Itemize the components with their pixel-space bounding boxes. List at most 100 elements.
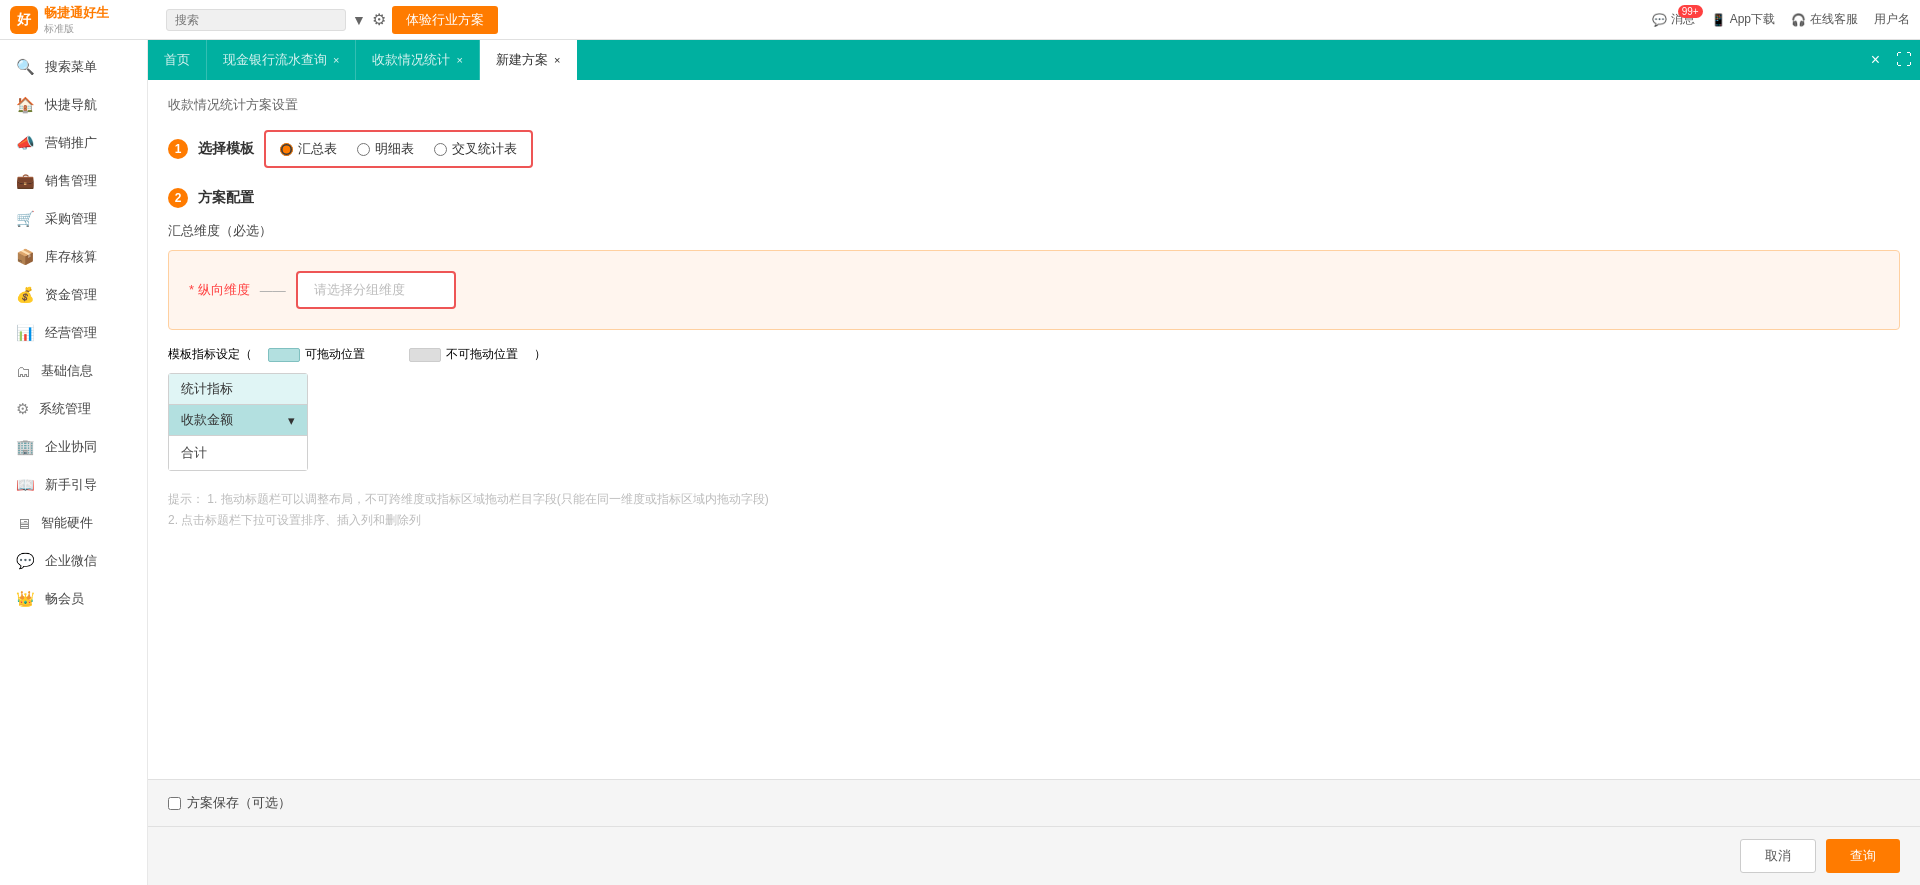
sidebar-label-finance: 资金管理	[45, 286, 97, 304]
sidebar-item-system[interactable]: ⚙ 系统管理	[0, 390, 147, 428]
indicator-column-header[interactable]: 收款金额 ▾	[169, 405, 307, 436]
download-label: App下载	[1730, 11, 1775, 28]
download-item[interactable]: 📱 App下载	[1711, 11, 1775, 28]
query-button[interactable]: 查询	[1826, 839, 1900, 873]
radio-summary-input[interactable]	[280, 143, 293, 156]
system-icon: ⚙	[16, 400, 29, 418]
sidebar-item-guide[interactable]: 📖 新手引导	[0, 466, 147, 504]
sidebar-label-purchase: 采购管理	[45, 210, 97, 228]
radio-summary[interactable]: 汇总表	[280, 140, 337, 158]
marketing-icon: 📣	[16, 134, 35, 152]
section2-num: 2	[168, 188, 188, 208]
legend-immovable: 不可拖动位置	[409, 346, 518, 363]
management-icon: 📊	[16, 324, 35, 342]
sidebar-label-marketing: 营销推广	[45, 134, 97, 152]
indicator-column-dropdown[interactable]: ▾	[288, 413, 295, 428]
sidebar-item-marketing[interactable]: 📣 营销推广	[0, 124, 147, 162]
service-icon: 🎧	[1791, 13, 1806, 27]
action-bar: 取消 查询	[148, 826, 1920, 885]
sidebar-item-basic[interactable]: 🗂 基础信息	[0, 352, 147, 390]
sidebar-label-sales: 销售管理	[45, 172, 97, 190]
dimension-row-label: * 纵向维度	[189, 281, 250, 299]
header-search-input[interactable]	[166, 9, 346, 31]
section2-label: 方案配置	[198, 189, 254, 207]
immovable-legend-box	[409, 348, 441, 362]
radio-crosstab-input[interactable]	[434, 143, 447, 156]
header-dropdown-btn[interactable]: ▼	[352, 12, 366, 28]
purchase-icon: 🛒	[16, 210, 35, 228]
tab-home-label: 首页	[164, 51, 190, 69]
dimension-row: * 纵向维度 —— 请选择分组维度	[189, 271, 1879, 309]
sidebar: 🔍 搜索菜单 🏠 快捷导航 📣 营销推广 💼 销售管理 🛒 采购管理 📦 库存核…	[0, 40, 148, 885]
indicator-column-label: 收款金额	[181, 411, 233, 429]
tab-expand-btn[interactable]: ⛶	[1888, 51, 1920, 69]
cancel-button[interactable]: 取消	[1740, 839, 1816, 873]
home-icon: 🏠	[16, 96, 35, 114]
section-template: 1 选择模板 汇总表 明细表	[168, 130, 1900, 168]
tab-bar: 首页 现金银行流水查询 × 收款情况统计 × 新建方案 × × ⛶	[148, 40, 1920, 80]
notif-badge: 99+	[1678, 5, 1703, 18]
sidebar-item-home[interactable]: 🏠 快捷导航	[0, 86, 147, 124]
sidebar-item-sales[interactable]: 💼 销售管理	[0, 162, 147, 200]
header-gear-btn[interactable]: ⚙	[372, 10, 386, 29]
radio-crosstab-label: 交叉统计表	[452, 140, 517, 158]
sidebar-item-hardware[interactable]: 🖥 智能硬件	[0, 504, 147, 542]
radio-crosstab[interactable]: 交叉统计表	[434, 140, 517, 158]
sidebar-item-member[interactable]: 👑 畅会员	[0, 580, 147, 618]
tab-new-scheme-close[interactable]: ×	[554, 54, 560, 66]
radio-detail[interactable]: 明细表	[357, 140, 414, 158]
hardware-icon: 🖥	[16, 515, 31, 532]
logo-text: 畅捷通好生	[44, 4, 109, 22]
indicator-table: 统计指标 收款金额 ▾ 合计	[168, 373, 308, 471]
sidebar-item-enterprise[interactable]: 🏢 企业协同	[0, 428, 147, 466]
wechat-icon: 💬	[16, 552, 35, 570]
tab-collection-stats-close[interactable]: ×	[456, 54, 462, 66]
tab-collection-stats[interactable]: 收款情况统计 ×	[356, 40, 479, 80]
sidebar-item-inventory[interactable]: 📦 库存核算	[0, 238, 147, 276]
sidebar-item-wechat[interactable]: 💬 企业微信	[0, 542, 147, 580]
legend-separator	[381, 346, 393, 363]
sidebar-item-purchase[interactable]: 🛒 采购管理	[0, 200, 147, 238]
indicator-legend: 模板指标设定（ 可拖动位置 不可拖动位置 ）	[168, 346, 1900, 363]
hint-line-1: 提示： 1. 拖动标题栏可以调整布局，不可跨维度或指标区域拖动栏目字段(只能在同…	[168, 491, 1900, 508]
tab-cash-flow-close[interactable]: ×	[333, 54, 339, 66]
user-info[interactable]: 用户名	[1874, 11, 1910, 28]
radio-detail-input[interactable]	[357, 143, 370, 156]
dimension-area: * 纵向维度 —— 请选择分组维度	[168, 250, 1900, 330]
tab-new-scheme[interactable]: 新建方案 ×	[480, 40, 577, 80]
tab-cash-flow[interactable]: 现金银行流水查询 ×	[207, 40, 356, 80]
top-header: 好 畅捷通好生 标准版 ▼ ⚙ 体验行业方案 💬 消息 99+ 📱 App下载 …	[0, 0, 1920, 40]
header-right: 💬 消息 99+ 📱 App下载 🎧 在线客服 用户名	[1652, 11, 1910, 28]
sidebar-label-basic: 基础信息	[41, 362, 93, 380]
dimension-select-box[interactable]: 请选择分组维度	[296, 271, 456, 309]
save-checkbox[interactable]	[168, 797, 181, 810]
logo-area: 好 畅捷通好生 标准版	[10, 4, 158, 36]
footer-section: 方案保存（可选）	[148, 779, 1920, 826]
section2-header: 2 方案配置	[168, 188, 1900, 208]
dimension-arrow: ——	[260, 283, 286, 298]
indicator-table-header: 统计指标	[169, 374, 307, 405]
sidebar-label-system: 系统管理	[39, 400, 91, 418]
radio-detail-label: 明细表	[375, 140, 414, 158]
trial-btn[interactable]: 体验行业方案	[392, 6, 498, 34]
logo-icon: 好	[10, 6, 38, 34]
section1-label: 选择模板	[198, 140, 254, 158]
sidebar-item-management[interactable]: 📊 经营管理	[0, 314, 147, 352]
legend-movable: 可拖动位置	[268, 346, 365, 363]
sales-icon: 💼	[16, 172, 35, 190]
service-item[interactable]: 🎧 在线客服	[1791, 11, 1858, 28]
tab-home[interactable]: 首页	[148, 40, 207, 80]
download-icon: 📱	[1711, 13, 1726, 27]
dimension-section-label: 汇总维度（必选）	[168, 222, 1900, 240]
hint-line-2: 2. 点击标题栏下拉可设置排序、插入列和删除列	[168, 512, 1900, 529]
sidebar-item-finance[interactable]: 💰 资金管理	[0, 276, 147, 314]
guide-icon: 📖	[16, 476, 35, 494]
sidebar-label-hardware: 智能硬件	[41, 514, 93, 532]
save-option[interactable]: 方案保存（可选）	[168, 794, 291, 812]
sidebar-item-search[interactable]: 🔍 搜索菜单	[0, 48, 147, 86]
tab-close-all-btn[interactable]: ×	[1863, 51, 1888, 69]
service-label: 在线客服	[1810, 11, 1858, 28]
content-area: 收款情况统计方案设置 1 选择模板 汇总表	[148, 80, 1920, 826]
sidebar-label-home: 快捷导航	[45, 96, 97, 114]
notification-item[interactable]: 💬 消息 99+	[1652, 11, 1695, 28]
